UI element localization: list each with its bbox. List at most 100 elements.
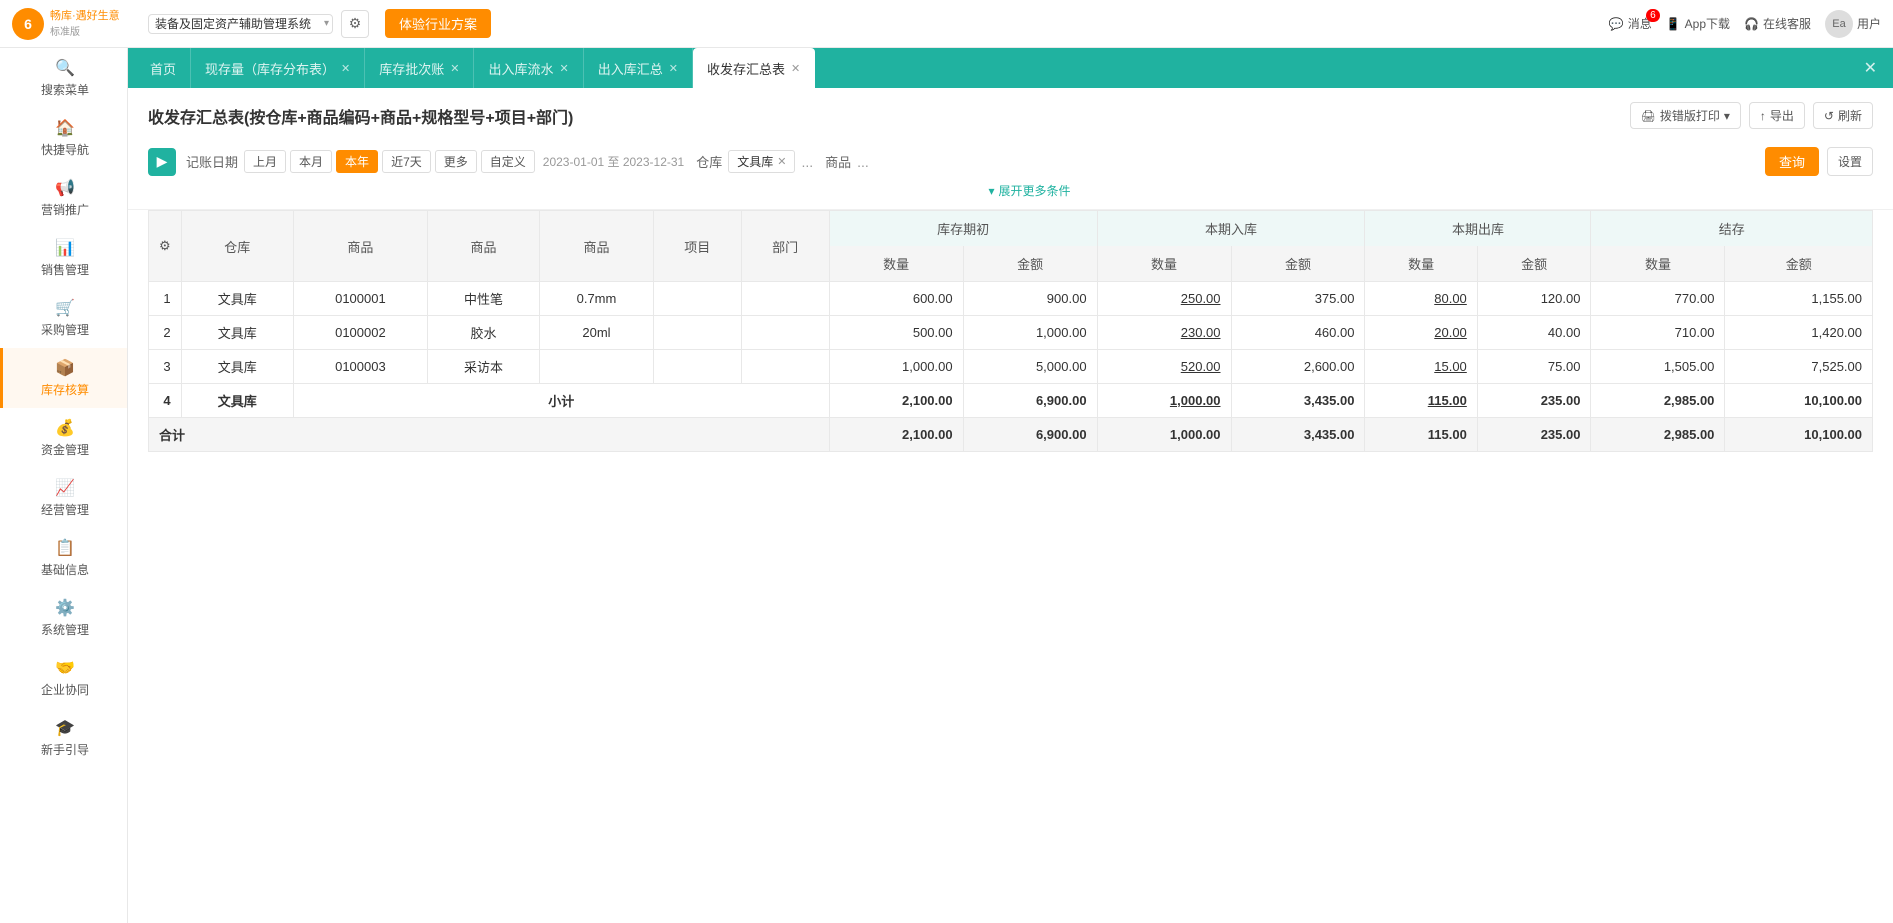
th-settings[interactable]: ⚙	[149, 211, 182, 282]
print-button[interactable]: 🖨 拨错版打印 ▾	[1630, 102, 1741, 129]
cell-opening-amt: 900.00	[963, 282, 1097, 316]
subtotal-out-amt: 235.00	[1477, 384, 1591, 418]
page-content: 收发存汇总表(按仓库+商品编码+商品+规格型号+项目+部门) 🖨 拨错版打印 ▾…	[128, 88, 1893, 923]
subtotal-in-qty[interactable]: 1,000.00	[1097, 384, 1231, 418]
cell-goods-spec: 0.7mm	[540, 282, 654, 316]
logo-text: 畅库·遇好生意	[50, 9, 120, 23]
settings-gear-button[interactable]: ⚙	[341, 10, 369, 38]
inventory-icon: 📦	[55, 358, 75, 378]
tab-in-out-flow-close[interactable]: ✕	[560, 62, 569, 75]
total-opening-amt: 6,900.00	[963, 418, 1097, 452]
chevron-down-icon: ▾	[1724, 109, 1730, 123]
cell-goods-spec	[540, 350, 654, 384]
cell-warehouse: 文具库	[181, 350, 293, 384]
cell-closing-qty: 710.00	[1591, 316, 1725, 350]
trial-button[interactable]: 体验行业方案	[385, 9, 491, 38]
tab-batch-ledger[interactable]: 库存批次账 ✕	[365, 48, 474, 88]
subtotal-closing-qty: 2,985.00	[1591, 384, 1725, 418]
table-row: 1 文具库 0100001 中性笔 0.7mm 600.00 900.00 25…	[149, 282, 1873, 316]
date-btn-more[interactable]: 更多	[435, 150, 477, 173]
sidebar-item-system[interactable]: ⚙️ 系统管理	[0, 588, 127, 648]
cell-in-qty[interactable]: 230.00	[1097, 316, 1231, 350]
sidebar-sales-label: 销售管理	[41, 261, 89, 278]
sidebar-item-guide[interactable]: 🎓 新手引导	[0, 708, 127, 768]
logo-text-wrap: 畅库·遇好生意 标准版	[50, 9, 120, 38]
date-btn-7days[interactable]: 近7天	[382, 150, 431, 173]
tab-home-label: 首页	[150, 59, 176, 78]
cell-closing-qty: 770.00	[1591, 282, 1725, 316]
sidebar-item-quick-nav[interactable]: 🏠 快捷导航	[0, 108, 127, 168]
tab-in-out-summary-close[interactable]: ✕	[669, 62, 678, 75]
total-in-amt: 3,435.00	[1231, 418, 1365, 452]
sidebar-item-enterprise[interactable]: 🤝 企业协同	[0, 648, 127, 708]
headset-icon: 🎧	[1744, 17, 1759, 31]
sidebar-item-search[interactable]: 🔍 搜索菜单	[0, 48, 127, 108]
warehouse-tag-close[interactable]: ✕	[777, 155, 786, 168]
date-btn-this-year[interactable]: 本年	[336, 150, 378, 173]
th-closing-qty: 数量	[1591, 246, 1725, 282]
tab-recv-send-summary[interactable]: 收发存汇总表 ✕	[693, 48, 815, 88]
sidebar-item-finance[interactable]: 💰 资金管理	[0, 408, 127, 468]
sidebar-item-inventory[interactable]: 📦 库存核算	[0, 348, 127, 408]
cell-out-qty[interactable]: 15.00	[1365, 350, 1477, 384]
sidebar-item-basic-info[interactable]: 📋 基础信息	[0, 528, 127, 588]
sidebar-inventory-label: 库存核算	[41, 381, 89, 398]
subtotal-opening-amt: 6,900.00	[963, 384, 1097, 418]
setting-button[interactable]: 设置	[1827, 147, 1873, 176]
date-btn-last-month[interactable]: 上月	[244, 150, 286, 173]
sidebar-item-sales[interactable]: 📊 销售管理	[0, 228, 127, 288]
message-item[interactable]: 💬 消息 6	[1609, 15, 1652, 32]
tab-stock-dist[interactable]: 现存量（库存分布表） ✕	[191, 48, 365, 88]
refresh-label: 刷新	[1838, 107, 1862, 124]
tab-batch-ledger-close[interactable]: ✕	[450, 62, 459, 75]
cell-goods-spec: 20ml	[540, 316, 654, 350]
subtotal-seq: 4	[149, 384, 182, 418]
tab-batch-ledger-label: 库存批次账	[379, 59, 444, 78]
query-button[interactable]: 查询	[1765, 147, 1819, 176]
tab-home[interactable]: 首页	[136, 48, 191, 88]
warehouse-filter-label: 仓库	[696, 152, 722, 171]
expand-more-button[interactable]: ▾ 展开更多条件	[988, 182, 1070, 199]
cell-out-qty[interactable]: 20.00	[1365, 316, 1477, 350]
sidebar-item-marketing[interactable]: 📢 营销推广	[0, 168, 127, 228]
date-btn-this-month[interactable]: 本月	[290, 150, 332, 173]
goods-more-dots[interactable]: ...	[857, 154, 869, 170]
cell-out-qty[interactable]: 80.00	[1365, 282, 1477, 316]
tab-stock-dist-close[interactable]: ✕	[341, 62, 350, 75]
cell-goods-name: 胶水	[427, 316, 539, 350]
export-button[interactable]: ↑ 导出	[1749, 102, 1805, 129]
app-download-item[interactable]: 📱 App下载	[1666, 15, 1730, 32]
sidebar-finance-label: 资金管理	[41, 441, 89, 458]
cell-project	[653, 350, 741, 384]
sidebar-item-purchase[interactable]: 🛒 采购管理	[0, 288, 127, 348]
online-service-item[interactable]: 🎧 在线客服	[1744, 15, 1811, 32]
total-out-amt: 235.00	[1477, 418, 1591, 452]
tab-recv-send-close[interactable]: ✕	[791, 62, 800, 75]
tab-bar-close-button[interactable]: ✕	[1856, 58, 1885, 78]
date-range-text: 2023-01-01 至 2023-12-31	[543, 153, 684, 170]
th-closing-amt: 金额	[1725, 246, 1873, 282]
subtotal-in-amt: 3,435.00	[1231, 384, 1365, 418]
th-project: 项目	[653, 211, 741, 282]
cell-in-qty[interactable]: 520.00	[1097, 350, 1231, 384]
system-selector[interactable]: 装备及固定资产辅助管理系统	[148, 14, 333, 34]
date-btn-custom[interactable]: 自定义	[481, 150, 535, 173]
cell-in-qty[interactable]: 250.00	[1097, 282, 1231, 316]
th-out-amt: 金额	[1477, 246, 1591, 282]
filter-inputs: 记账日期 上月 本月 本年 近7天 更多 自定义 2023-01-01 至 20…	[186, 147, 1873, 176]
cell-in-amt: 2,600.00	[1231, 350, 1365, 384]
sidebar-item-operation[interactable]: 📈 经营管理	[0, 468, 127, 528]
purchase-icon: 🛒	[55, 298, 75, 318]
tab-in-out-flow[interactable]: 出入库流水 ✕	[474, 48, 583, 88]
warehouse-tag-text: 文具库	[737, 153, 773, 170]
warehouse-more-dots[interactable]: ...	[801, 154, 813, 170]
system-selector-wrap[interactable]: 装备及固定资产辅助管理系统	[148, 14, 333, 34]
user-item[interactable]: Ea 用户	[1825, 10, 1881, 38]
subtotal-out-qty[interactable]: 115.00	[1365, 384, 1477, 418]
tab-in-out-summary[interactable]: 出入库汇总 ✕	[584, 48, 693, 88]
refresh-button[interactable]: ↺ 刷新	[1813, 102, 1873, 129]
filter-collapse-button[interactable]: ▶	[148, 148, 176, 176]
th-in-qty: 数量	[1097, 246, 1231, 282]
warehouse-tag[interactable]: 文具库 ✕	[728, 150, 795, 173]
page-header: 收发存汇总表(按仓库+商品编码+商品+规格型号+项目+部门) 🖨 拨错版打印 ▾…	[128, 88, 1893, 137]
